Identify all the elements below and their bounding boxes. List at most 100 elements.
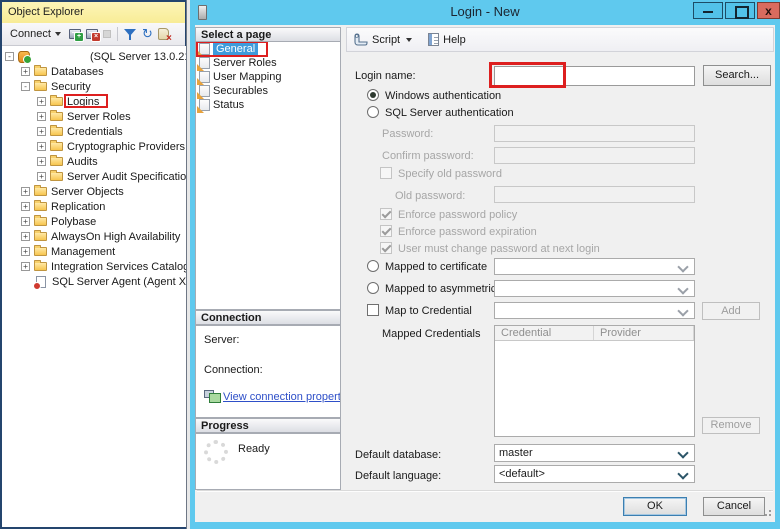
tree-item-label: Logins xyxy=(67,95,100,108)
old-password-input xyxy=(494,186,695,203)
connect-button[interactable]: Connect xyxy=(7,26,64,42)
connection-box: Server: Connection: View connection prop… xyxy=(195,325,341,418)
page-item-label: Status xyxy=(213,99,245,111)
tree-item-server[interactable]: (SQL Server 13.0.2149 xyxy=(2,49,186,64)
tree-item-label: SQL Server Agent (Agent XPs xyxy=(52,275,186,288)
tree-item-audits[interactable]: Audits xyxy=(2,154,186,169)
expand-icon[interactable] xyxy=(37,142,46,151)
ok-button[interactable]: OK xyxy=(623,497,687,516)
object-explorer-panel: Object Explorer Connect ↻ (SQL Server 13… xyxy=(0,0,187,529)
page-item-user-mapping[interactable]: User Mapping xyxy=(196,70,340,85)
tree-item-label: Server Audit Specification xyxy=(67,170,186,183)
mapped-certificate-label[interactable]: Mapped to certificate xyxy=(385,261,487,273)
page-item-securables[interactable]: Securables xyxy=(196,84,340,99)
tree-item-server-objects[interactable]: Server Objects xyxy=(2,184,186,199)
script-button[interactable]: Script xyxy=(372,34,400,46)
disconnect-server-icon[interactable] xyxy=(85,29,101,42)
expand-icon[interactable] xyxy=(21,187,30,196)
tree-item-replication[interactable]: Replication xyxy=(2,199,186,214)
tree-item-label: Cryptographic Providers xyxy=(67,140,185,153)
folder-icon xyxy=(34,230,47,241)
tree-item-alwayson[interactable]: AlwaysOn High Availability xyxy=(2,229,186,244)
expand-icon[interactable] xyxy=(21,67,30,76)
expand-icon[interactable] xyxy=(21,262,30,271)
connection-label: Connection: xyxy=(204,364,263,376)
default-database-combobox[interactable]: master xyxy=(494,444,695,462)
connect-button-label: Connect xyxy=(10,28,51,40)
page-icon xyxy=(197,85,210,99)
mapped-asymmetric-radio[interactable] xyxy=(367,282,379,294)
login-name-label: Login name: xyxy=(355,70,416,82)
tree-item-label: Integration Services Catalogs xyxy=(51,260,186,273)
collapse-icon[interactable] xyxy=(5,52,14,61)
tree-item-server-audit-specifications[interactable]: Server Audit Specification xyxy=(2,169,186,184)
tree-item-security[interactable]: Security xyxy=(2,79,186,94)
must-change-checkbox xyxy=(380,242,392,254)
expand-icon[interactable] xyxy=(37,127,46,136)
tree-item-label: Replication xyxy=(51,200,106,213)
windows-auth-label[interactable]: Windows authentication xyxy=(385,90,501,102)
search-button[interactable]: Search... xyxy=(703,65,771,86)
object-explorer-caption: Object Explorer xyxy=(2,2,185,23)
tree-item-server-roles[interactable]: Server Roles xyxy=(2,109,186,124)
tree-item-cryptographic-providers[interactable]: Cryptographic Providers xyxy=(2,139,186,154)
close-button[interactable] xyxy=(757,2,780,19)
remove-button: Remove xyxy=(702,417,760,434)
maximize-button[interactable] xyxy=(725,2,755,19)
map-credential-checkbox[interactable] xyxy=(367,304,379,316)
page-item-status[interactable]: Status xyxy=(196,98,340,113)
cancel-button[interactable]: Cancel xyxy=(703,497,765,516)
expand-icon[interactable] xyxy=(37,172,46,181)
script-dropdown-icon[interactable] xyxy=(406,37,413,42)
add-button: Add xyxy=(702,302,760,320)
tree-item-label: Server Roles xyxy=(67,110,131,123)
connect-server-icon[interactable] xyxy=(68,29,84,42)
login-name-input[interactable] xyxy=(494,66,695,86)
error-log-icon[interactable] xyxy=(157,28,172,44)
toolbar-separator xyxy=(116,27,118,41)
expand-icon[interactable] xyxy=(37,157,46,166)
view-connection-properties-link[interactable]: View connection properties xyxy=(223,391,340,403)
minimize-button[interactable] xyxy=(693,2,723,19)
page-icon xyxy=(197,71,210,85)
filter-icon[interactable] xyxy=(123,28,137,41)
enforce-policy-label: Enforce password policy xyxy=(398,209,518,221)
resize-grip[interactable] xyxy=(769,514,771,516)
expand-icon[interactable] xyxy=(37,112,46,121)
tree-item-logins[interactable]: Logins xyxy=(2,94,186,109)
expand-icon[interactable] xyxy=(21,232,30,241)
table-header-credential: Credential xyxy=(495,326,594,340)
tree-item-label: Security xyxy=(51,80,91,93)
windows-auth-radio[interactable] xyxy=(367,89,379,101)
page-item-server-roles[interactable]: Server Roles xyxy=(196,56,340,71)
dialog-titlebar[interactable]: Login - New xyxy=(190,0,780,25)
page-item-general[interactable]: General xyxy=(196,42,340,57)
chevron-down-icon xyxy=(54,32,61,36)
default-language-label: Default language: xyxy=(355,470,442,482)
table-header-row: Credential Provider xyxy=(495,326,694,341)
refresh-icon[interactable]: ↻ xyxy=(142,28,153,41)
expand-icon[interactable] xyxy=(21,247,30,256)
folder-icon xyxy=(34,185,47,196)
default-language-combobox[interactable]: <default> xyxy=(494,465,695,483)
help-button[interactable]: Help xyxy=(443,34,466,46)
mapped-certificate-radio[interactable] xyxy=(367,260,379,272)
map-credential-label[interactable]: Map to Credential xyxy=(385,305,472,317)
server-label: Server: xyxy=(204,334,240,346)
tree-item-integration-services[interactable]: Integration Services Catalogs xyxy=(2,259,186,274)
expand-icon[interactable] xyxy=(21,217,30,226)
tree-item-sql-server-agent[interactable]: SQL Server Agent (Agent XPs xyxy=(2,274,186,290)
folder-icon xyxy=(34,200,47,211)
tree-item-label: AlwaysOn High Availability xyxy=(51,230,181,243)
sql-auth-radio[interactable] xyxy=(367,106,379,118)
object-explorer-toolbar: Connect ↻ xyxy=(2,23,185,46)
general-page-panel: Script Help Login name: Search... Window… xyxy=(345,25,775,522)
expand-icon[interactable] xyxy=(21,202,30,211)
expand-icon[interactable] xyxy=(37,97,46,106)
sql-auth-label[interactable]: SQL Server authentication xyxy=(385,107,514,119)
collapse-icon[interactable] xyxy=(21,82,30,91)
tree-item-management[interactable]: Management xyxy=(2,244,186,259)
tree-item-polybase[interactable]: Polybase xyxy=(2,214,186,229)
tree-item-credentials[interactable]: Credentials xyxy=(2,124,186,139)
tree-item-databases[interactable]: Databases xyxy=(2,64,186,79)
